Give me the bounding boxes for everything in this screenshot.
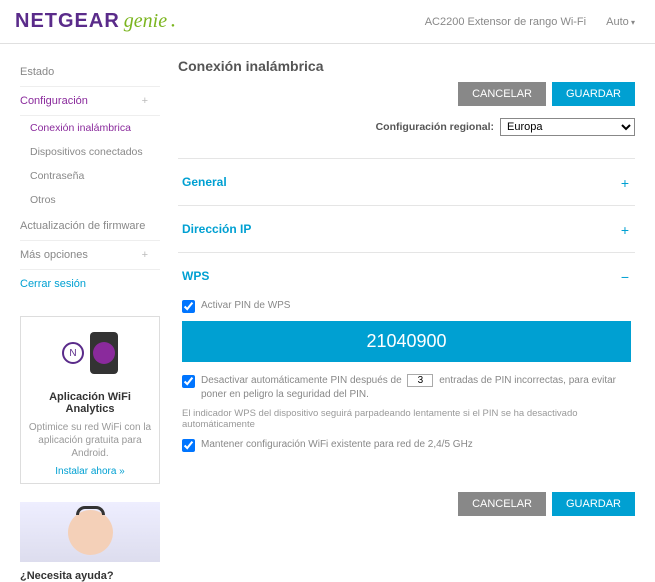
promo-title: Aplicación WiFi Analytics — [27, 391, 153, 415]
expand-icon: + — [621, 222, 629, 238]
section-ip-title: Dirección IP — [182, 222, 251, 236]
region-label: Configuración regional: — [376, 121, 494, 133]
region-select[interactable]: Europa — [500, 118, 635, 136]
netgear-badge-icon: N — [62, 342, 84, 364]
region-row: Configuración regional: Europa — [178, 118, 635, 136]
product-name: AC2200 Extensor de rango Wi-Fi — [425, 16, 586, 28]
headset-person-icon — [68, 510, 113, 555]
promo-help: ¿Necesita ayuda? — [20, 502, 160, 582]
save-button-bottom[interactable]: GUARDAR — [552, 492, 635, 516]
promo-help-title: ¿Necesita ayuda? — [20, 570, 160, 582]
wps-keep-config-checkbox[interactable] — [182, 439, 195, 452]
top-button-row: CANCELAR GUARDAR — [178, 82, 635, 106]
wps-pin-display: 21040900 — [182, 321, 631, 362]
nav-config-sub: Conexión inalámbrica Dispositivos conect… — [20, 116, 160, 212]
logo-genie: genie — [124, 10, 167, 33]
sidebar: Estado Configuración Conexión inalámbric… — [0, 44, 160, 582]
wps-attempts-input[interactable] — [407, 374, 433, 387]
bottom-button-row: CANCELAR GUARDAR — [178, 492, 635, 516]
section-wps: WPS − Activar PIN de WPS 21040900 Desact… — [178, 252, 635, 474]
phone-icon — [90, 332, 118, 374]
nav-logout[interactable]: Cerrar sesión — [20, 270, 160, 298]
promo-desc: Optimice su red WiFi con la aplicación g… — [27, 421, 153, 460]
nav-wireless[interactable]: Conexión inalámbrica — [30, 116, 160, 140]
wps-note: El indicador WPS del dispositivo seguirá… — [182, 408, 631, 430]
wps-body: Activar PIN de WPS 21040900 Desactivar a… — [182, 299, 631, 452]
header-right: AC2200 Extensor de rango Wi-Fi Auto — [425, 16, 635, 28]
wps-enable-pin-checkbox[interactable] — [182, 300, 195, 313]
page-title: Conexión inalámbrica — [178, 58, 635, 74]
wps-auto-disable-row: Desactivar automáticamente PIN después d… — [182, 374, 631, 402]
promo-image: N — [38, 323, 143, 383]
section-general[interactable]: General + — [178, 158, 635, 205]
cancel-button-bottom[interactable]: CANCELAR — [458, 492, 546, 516]
main-content: Conexión inalámbrica CANCELAR GUARDAR Co… — [160, 44, 655, 582]
wps-auto-disable-checkbox[interactable] — [182, 375, 195, 388]
wps-keep-config-label: Mantener configuración WiFi existente pa… — [201, 438, 473, 452]
wps-enable-pin-label: Activar PIN de WPS — [201, 299, 290, 313]
logo: NETGEAR genie ● — [15, 10, 175, 33]
save-button-top[interactable]: GUARDAR — [552, 82, 635, 106]
nav-status[interactable]: Estado — [20, 58, 160, 87]
wps-auto-disable-text: Desactivar automáticamente PIN después d… — [201, 374, 631, 402]
wps-keep-config-row: Mantener configuración WiFi existente pa… — [182, 438, 631, 452]
cancel-button-top[interactable]: CANCELAR — [458, 82, 546, 106]
language-selector[interactable]: Auto — [606, 16, 635, 28]
header: NETGEAR genie ● AC2200 Extensor de rango… — [0, 0, 655, 44]
promo-install-link[interactable]: Instalar ahora » — [55, 466, 125, 477]
expand-icon: + — [621, 175, 629, 191]
nav-connected-devices[interactable]: Dispositivos conectados — [30, 140, 160, 164]
collapse-icon[interactable]: − — [621, 269, 629, 285]
nav-more-options[interactable]: Más opciones — [20, 241, 160, 270]
nav-firmware[interactable]: Actualización de firmware — [20, 212, 160, 241]
nav-password[interactable]: Contraseña — [30, 164, 160, 188]
promo-wifi-analytics: N Aplicación WiFi Analytics Optimice su … — [20, 316, 160, 484]
section-general-title: General — [182, 175, 227, 189]
nav-config[interactable]: Configuración — [20, 87, 160, 116]
logo-brand: NETGEAR — [15, 10, 120, 33]
nav-others[interactable]: Otros — [30, 188, 160, 212]
wps-enable-pin-row: Activar PIN de WPS — [182, 299, 631, 313]
support-image — [20, 502, 160, 562]
section-ip[interactable]: Dirección IP + — [178, 205, 635, 252]
section-wps-title[interactable]: WPS — [182, 269, 209, 283]
logo-dot-icon: ● — [171, 23, 175, 29]
